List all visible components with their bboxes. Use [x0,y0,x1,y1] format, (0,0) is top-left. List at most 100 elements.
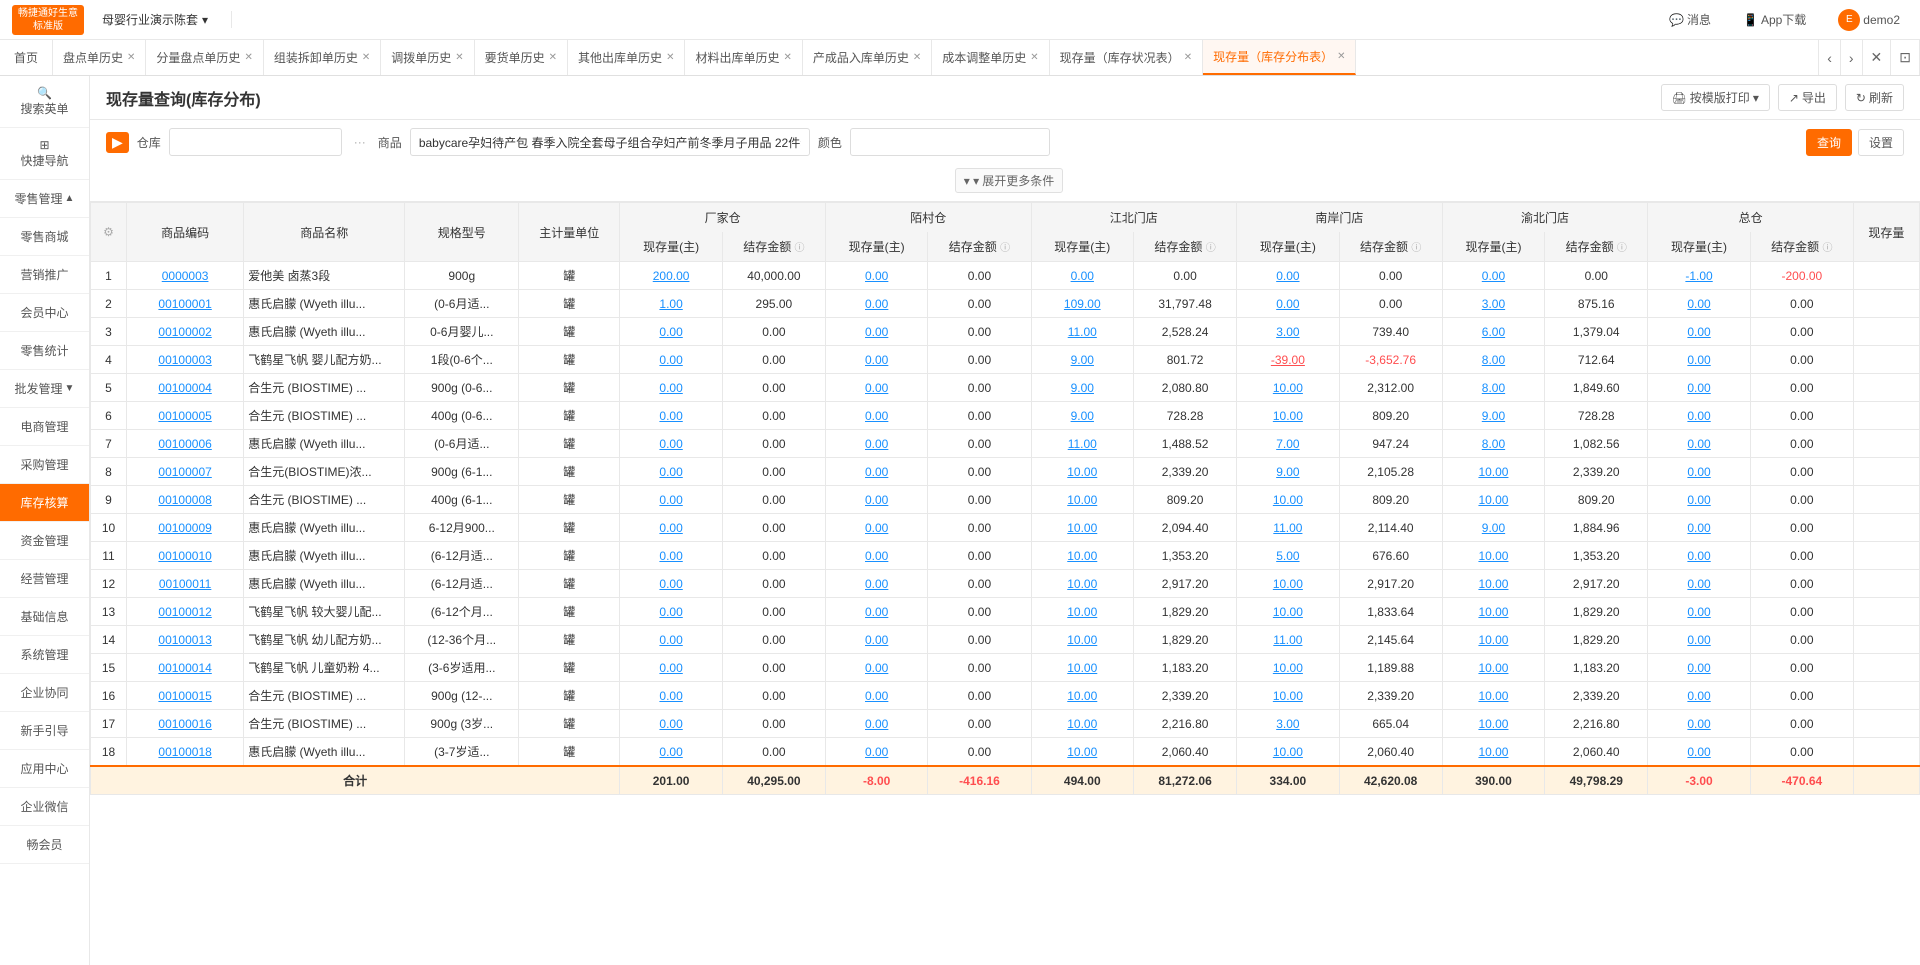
stock-link[interactable]: 0.00 [865,605,888,619]
stock-link[interactable]: 0.00 [1276,297,1299,311]
stock-link[interactable]: 0.00 [1687,717,1710,731]
expand-btn[interactable]: ▾ ▾ 展开更多条件 [955,168,1063,193]
stock-link[interactable]: 0.00 [659,633,682,647]
stock-link[interactable]: 10.00 [1067,633,1097,647]
stock-link[interactable]: 10.00 [1067,577,1097,591]
tab-expand-icon[interactable]: ⊡ [1891,40,1920,76]
query-btn[interactable]: 查询 [1806,129,1852,156]
stock-link[interactable]: -1.00 [1685,269,1712,283]
code-link[interactable]: 00100004 [158,381,211,395]
stock-link[interactable]: 6.00 [1482,325,1505,339]
stock-link[interactable]: 10.00 [1478,549,1508,563]
stock-link[interactable]: 9.00 [1276,465,1299,479]
sidebar-item-wechat[interactable]: 企业微信 [0,788,89,826]
stock-link[interactable]: 9.00 [1482,409,1505,423]
code-link[interactable]: 00100007 [158,465,211,479]
stock-link[interactable]: 0.00 [1687,521,1710,535]
code-link[interactable]: 00100009 [158,521,211,535]
stock-link[interactable]: 10.00 [1067,689,1097,703]
tab-material-out[interactable]: 材料出库单历史 ✕ [685,40,802,75]
stock-link[interactable]: 8.00 [1482,353,1505,367]
stock-link[interactable]: 0.00 [865,689,888,703]
sidebar-item-system[interactable]: 系统管理 [0,636,89,674]
tab-purchase-req[interactable]: 要货单历史 ✕ [475,40,568,75]
stock-link[interactable]: -39.00 [1271,353,1305,367]
stock-link[interactable]: 0.00 [865,661,888,675]
refresh-btn[interactable]: ↻ 刷新 [1845,84,1904,111]
tab-other-out[interactable]: 其他出库单历史 ✕ [568,40,685,75]
code-link[interactable]: 00100005 [158,409,211,423]
tab-close-icon[interactable]: ✕ [127,52,135,63]
stock-link[interactable]: 0.00 [659,381,682,395]
stock-link[interactable]: 0.00 [865,465,888,479]
stock-link[interactable]: 0.00 [865,325,888,339]
sidebar-item-search[interactable]: 🔍 搜索英单 [0,76,89,128]
stock-link[interactable]: 0.00 [1071,269,1094,283]
stock-link[interactable]: 1.00 [659,297,682,311]
stock-link[interactable]: 0.00 [865,493,888,507]
stock-link[interactable]: 7.00 [1276,437,1299,451]
tab-product-in[interactable]: 产成品入库单历史 ✕ [803,40,932,75]
stock-link[interactable]: 11.00 [1273,633,1302,647]
tab-close-icon[interactable]: ✕ [913,52,921,63]
stock-link[interactable]: 0.00 [1687,409,1710,423]
tab-transfer[interactable]: 调拨单历史 ✕ [381,40,474,75]
stock-link[interactable]: 3.00 [1482,297,1505,311]
tab-close-icon[interactable]: ✕ [1337,51,1345,62]
code-link[interactable]: 00100001 [158,297,211,311]
sidebar-item-retail-stats[interactable]: 零售统计 [0,332,89,370]
tab-close-icon[interactable]: ✕ [244,52,252,63]
stock-link[interactable]: 0.00 [865,521,888,535]
sidebar-item-marketing[interactable]: 营销推广 [0,256,89,294]
info-icon[interactable]: ⓘ [1823,243,1833,254]
print-btn[interactable]: 🖨 按模版打印 ▾ [1661,84,1770,111]
nav-dropdown[interactable]: 母婴行业演示陈套 ▾ [92,11,232,28]
sidebar-item-enterprise[interactable]: 企业协同 [0,674,89,712]
stock-link[interactable]: 0.00 [865,353,888,367]
stock-link[interactable]: 8.00 [1482,381,1505,395]
code-link[interactable]: 00100008 [158,493,211,507]
stock-link[interactable]: 0.00 [1687,661,1710,675]
tab-close-icon[interactable]: ✕ [455,52,463,63]
stock-link[interactable]: 0.00 [659,717,682,731]
warehouse-dots-btn[interactable]: ··· [350,135,370,149]
warehouse-input[interactable] [169,128,342,156]
stock-link[interactable]: 3.00 [1276,717,1299,731]
stock-link[interactable]: 0.00 [1687,493,1710,507]
stock-link[interactable]: 0.00 [659,437,682,451]
stock-link[interactable]: 10.00 [1478,661,1508,675]
stock-link[interactable]: 0.00 [865,549,888,563]
sidebar-item-stock[interactable]: 库存核算 [0,484,89,522]
message-btn[interactable]: 💬 消息 [1661,7,1719,32]
tab-close-all-icon[interactable]: ✕ [1863,40,1892,76]
stock-link[interactable]: 10.00 [1067,717,1097,731]
stock-link[interactable]: 9.00 [1071,381,1094,395]
stock-link[interactable]: 10.00 [1273,661,1303,675]
stock-link[interactable]: 11.00 [1273,521,1302,535]
code-link[interactable]: 00100006 [158,437,211,451]
stock-link[interactable]: 200.00 [653,269,690,283]
code-link[interactable]: 00100012 [158,605,211,619]
sidebar-item-retail-mgmt[interactable]: 零售管理 ▲ [0,180,89,218]
stock-link[interactable]: 10.00 [1478,689,1508,703]
stock-link[interactable]: 10.00 [1067,661,1097,675]
user-menu[interactable]: E demo2 [1830,5,1908,35]
stock-link[interactable]: 0.00 [659,493,682,507]
stock-link[interactable]: 0.00 [1687,633,1710,647]
sidebar-item-base-info[interactable]: 基础信息 [0,598,89,636]
tab-cost-adjust[interactable]: 成本调整单历史 ✕ [932,40,1049,75]
sidebar-item-guide[interactable]: 新手引导 [0,712,89,750]
stock-link[interactable]: 0.00 [865,437,888,451]
stock-link[interactable]: 10.00 [1273,381,1303,395]
sidebar-item-wholesale[interactable]: 批发管理 ▼ [0,370,89,408]
stock-link[interactable]: 0.00 [659,521,682,535]
stock-link[interactable]: 0.00 [659,605,682,619]
stock-link[interactable]: 0.00 [865,633,888,647]
export-btn[interactable]: ↗ 导出 [1778,84,1837,111]
code-link[interactable]: 00100015 [158,689,211,703]
tab-close-icon[interactable]: ✕ [1030,52,1038,63]
tab-prev-icon[interactable]: ‹ [1819,40,1841,76]
stock-link[interactable]: 10.00 [1067,465,1097,479]
code-link[interactable]: 00100011 [159,577,212,591]
stock-link[interactable]: 0.00 [865,745,888,759]
